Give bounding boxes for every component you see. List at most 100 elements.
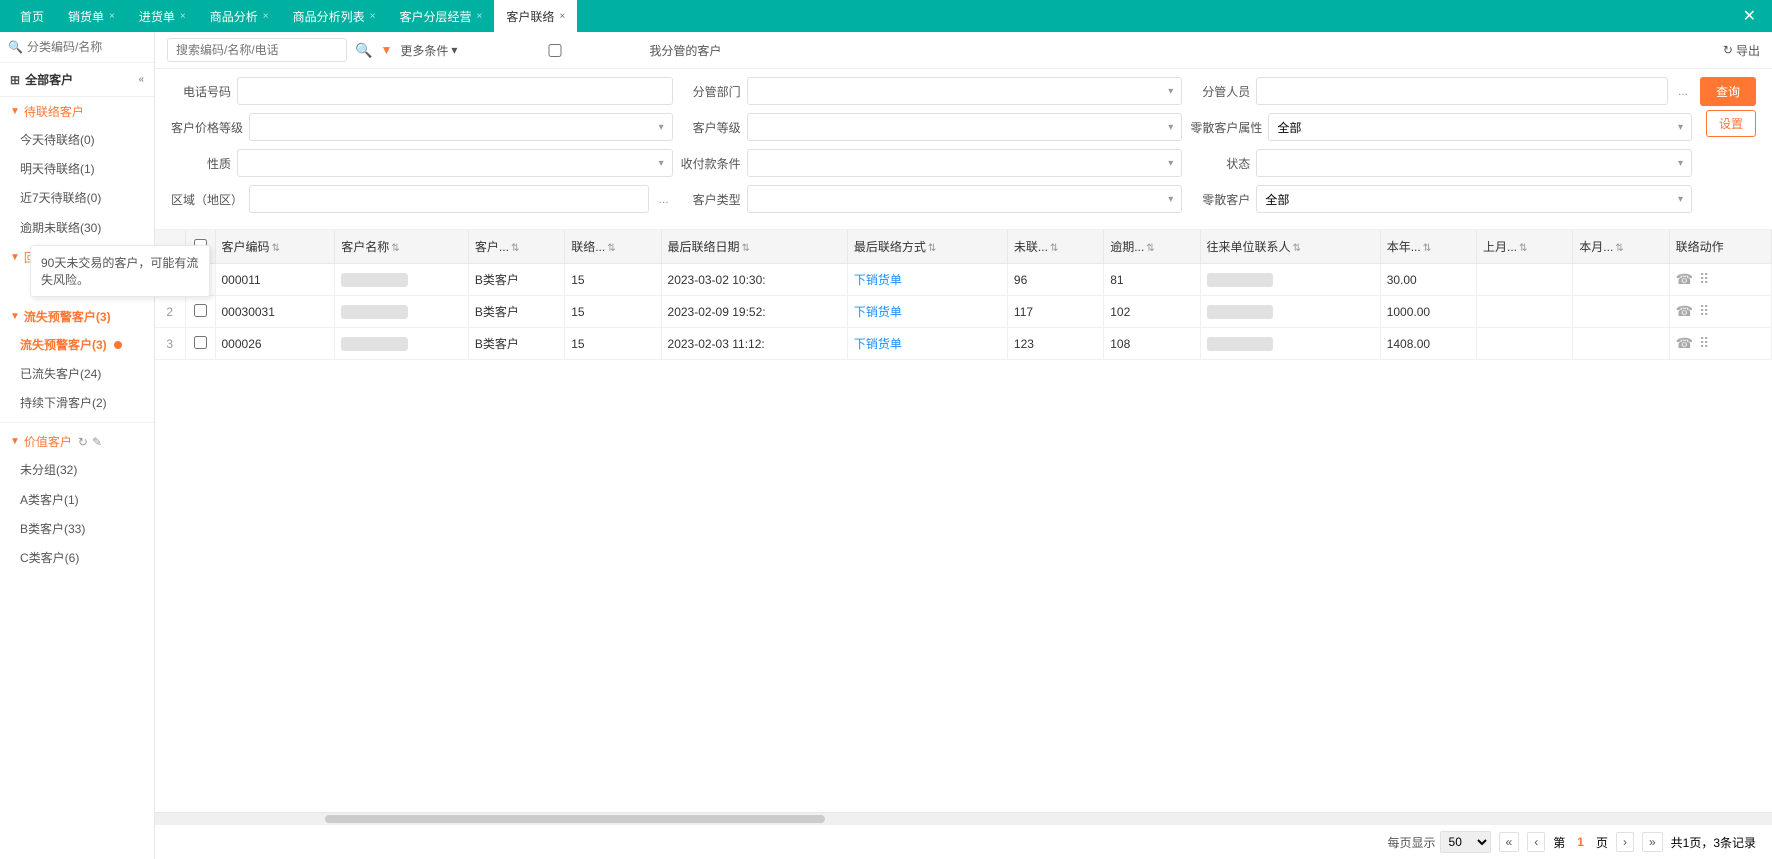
- customer-type-select[interactable]: ▾: [747, 185, 1183, 213]
- refresh-icon[interactable]: ↻: [78, 435, 88, 449]
- nature-select[interactable]: ▾: [237, 149, 673, 177]
- sidebar-item-lost[interactable]: 已流失客户(24): [0, 360, 154, 389]
- search-button[interactable]: 🔍: [355, 42, 372, 59]
- scatter-attr-field: 零散客户属性 全部 ▾: [1190, 113, 1692, 141]
- col-last-month[interactable]: 上月...⇅: [1476, 230, 1572, 264]
- nav-purchase[interactable]: 进货单 ×: [127, 0, 198, 32]
- customer-tier-select[interactable]: ▾: [747, 113, 1183, 141]
- customer-type-dropdown-icon: ▾: [1168, 194, 1173, 205]
- cell-action-1[interactable]: ☎ ⠿: [1669, 296, 1771, 328]
- query-button[interactable]: 查询: [1700, 77, 1756, 106]
- settings-button[interactable]: 设置: [1706, 110, 1756, 137]
- cell-last-method-1[interactable]: 下销货单: [847, 296, 1007, 328]
- phone-input[interactable]: [237, 77, 673, 105]
- sidebar-item-class-b[interactable]: B类客户(33): [0, 515, 154, 544]
- manager-dots-btn[interactable]: ...: [1674, 84, 1692, 98]
- status-select[interactable]: ▾: [1256, 149, 1692, 177]
- sidebar-search-input[interactable]: [27, 40, 146, 54]
- close-customer-tier-tab[interactable]: ×: [476, 11, 482, 22]
- sidebar-item-declining[interactable]: 持续下滑客户(2): [0, 389, 154, 418]
- first-page-button[interactable]: «: [1499, 832, 1520, 852]
- manager-input[interactable]: [1256, 77, 1668, 105]
- contact-action-icon-2[interactable]: ☎: [1676, 335, 1693, 352]
- col-this-year[interactable]: 本年...⇅: [1380, 230, 1476, 264]
- col-code[interactable]: 客户编码⇅: [215, 230, 335, 264]
- filter-row-4: 区域（地区） ... 客户类型 ▾ 零散客户: [171, 185, 1692, 213]
- more-action-icon-1[interactable]: ⠿: [1699, 303, 1709, 320]
- sidebar-item-7days[interactable]: 近7天待联络(0): [0, 184, 154, 213]
- cell-action-0[interactable]: ☎ ⠿: [1669, 264, 1771, 296]
- current-page-number: 1: [1573, 835, 1588, 849]
- prev-page-button[interactable]: ‹: [1527, 832, 1545, 852]
- scatter-attr-select[interactable]: 全部 ▾: [1268, 113, 1692, 141]
- region-dots-btn[interactable]: ...: [655, 192, 673, 206]
- sidebar-item-today[interactable]: 今天待联络(0): [0, 126, 154, 155]
- sidebar-group-churn[interactable]: ▼ 流失预警客户(3): [0, 302, 154, 331]
- col-type[interactable]: 客户...⇅: [468, 230, 564, 264]
- customer-table: 客户编码⇅ 客户名称⇅ 客户...⇅ 联络...⇅ 最后联络日期⇅ 最后联络方式…: [155, 230, 1772, 360]
- dept-select[interactable]: ▾: [747, 77, 1183, 105]
- cell-action-2[interactable]: ☎ ⠿: [1669, 328, 1771, 360]
- sidebar-item-class-a[interactable]: A类客户(1): [0, 486, 154, 515]
- search-input[interactable]: [167, 38, 347, 62]
- export-button[interactable]: ↻ 导出: [1723, 42, 1760, 59]
- cell-last-method-2[interactable]: 下销货单: [847, 328, 1007, 360]
- sidebar-item-churn-warning[interactable]: 流失预警客户(3): [0, 331, 154, 360]
- col-uncontacted[interactable]: 未联...⇅: [1007, 230, 1103, 264]
- contact-action-icon-1[interactable]: ☎: [1676, 303, 1693, 320]
- col-contact-count[interactable]: 联络...⇅: [565, 230, 661, 264]
- row-checkbox-1[interactable]: [185, 296, 215, 328]
- next-page-button[interactable]: ›: [1616, 832, 1634, 852]
- nav-sales[interactable]: 销货单 ×: [56, 0, 127, 32]
- arrow-icon-4: ▼: [10, 436, 20, 447]
- nav-product-analysis-list[interactable]: 商品分析列表 ×: [281, 0, 388, 32]
- more-action-icon-0[interactable]: ⠿: [1699, 271, 1709, 288]
- col-this-month[interactable]: 本月...⇅: [1573, 230, 1669, 264]
- sidebar-group-value[interactable]: ▼ 价值客户 ↻ ✎: [0, 427, 154, 456]
- nav-customer-contact[interactable]: 客户联络 ×: [494, 0, 577, 32]
- retail-customer-select[interactable]: 全部 ▾: [1256, 185, 1692, 213]
- col-overdue[interactable]: 逾期...⇅: [1104, 230, 1200, 264]
- col-name[interactable]: 客户名称⇅: [335, 230, 469, 264]
- close-product-list-tab[interactable]: ×: [370, 11, 376, 22]
- region-field: 区域（地区） ...: [171, 185, 673, 213]
- edit-icon[interactable]: ✎: [92, 435, 102, 449]
- per-page-select[interactable]: 50 100: [1440, 831, 1491, 853]
- close-sales-tab[interactable]: ×: [109, 11, 115, 22]
- cell-name-2: [335, 328, 469, 360]
- col-contact-person[interactable]: 往来单位联系人⇅: [1200, 230, 1380, 264]
- sidebar-all-customers[interactable]: ⊞ 全部客户 «: [0, 63, 154, 97]
- close-purchase-tab[interactable]: ×: [180, 11, 186, 22]
- contact-action-icon-0[interactable]: ☎: [1676, 271, 1693, 288]
- close-customer-contact-tab[interactable]: ×: [559, 11, 565, 22]
- payment-select[interactable]: ▾: [747, 149, 1183, 177]
- horizontal-scrollbar[interactable]: [155, 812, 1772, 824]
- page-label: 第: [1553, 834, 1565, 851]
- price-tier-select[interactable]: ▾: [249, 113, 673, 141]
- my-customers-checkbox[interactable]: 我分管的客户: [465, 42, 721, 59]
- last-page-button[interactable]: »: [1642, 832, 1663, 852]
- col-last-date[interactable]: 最后联络日期⇅: [661, 230, 847, 264]
- nav-product-analysis[interactable]: 商品分析 ×: [198, 0, 281, 32]
- more-action-icon-2[interactable]: ⠿: [1699, 335, 1709, 352]
- region-input[interactable]: [249, 185, 649, 213]
- row-checkbox-2[interactable]: [185, 328, 215, 360]
- nav-home[interactable]: 首页: [8, 0, 56, 32]
- sidebar-item-ungrouped[interactable]: 未分组(32): [0, 456, 154, 485]
- sidebar-item-tomorrow[interactable]: 明天待联络(1): [0, 155, 154, 184]
- sidebar-item-class-c[interactable]: C类客户(6): [0, 544, 154, 573]
- cell-this-month-1: [1573, 296, 1669, 328]
- col-last-method[interactable]: 最后联络方式⇅: [847, 230, 1007, 264]
- cell-last-method-0[interactable]: 下销货单: [847, 264, 1007, 296]
- my-customers-check[interactable]: [465, 44, 645, 57]
- window-close-button[interactable]: ✕: [1735, 6, 1764, 26]
- sidebar-search-bar[interactable]: 🔍: [0, 32, 154, 63]
- total-info: 共1页，3条记录: [1671, 834, 1756, 851]
- sidebar-group-pending[interactable]: ▼ 待联络客户: [0, 97, 154, 126]
- more-conditions-btn[interactable]: 更多条件 ▾: [400, 42, 457, 59]
- sidebar-item-overdue[interactable]: 逾期未联络(30): [0, 214, 154, 243]
- page-unit: 页: [1596, 834, 1608, 851]
- nav-customer-tier[interactable]: 客户分层经营 ×: [387, 0, 494, 32]
- close-product-analysis-tab[interactable]: ×: [263, 11, 269, 22]
- scroll-thumb[interactable]: [325, 815, 825, 823]
